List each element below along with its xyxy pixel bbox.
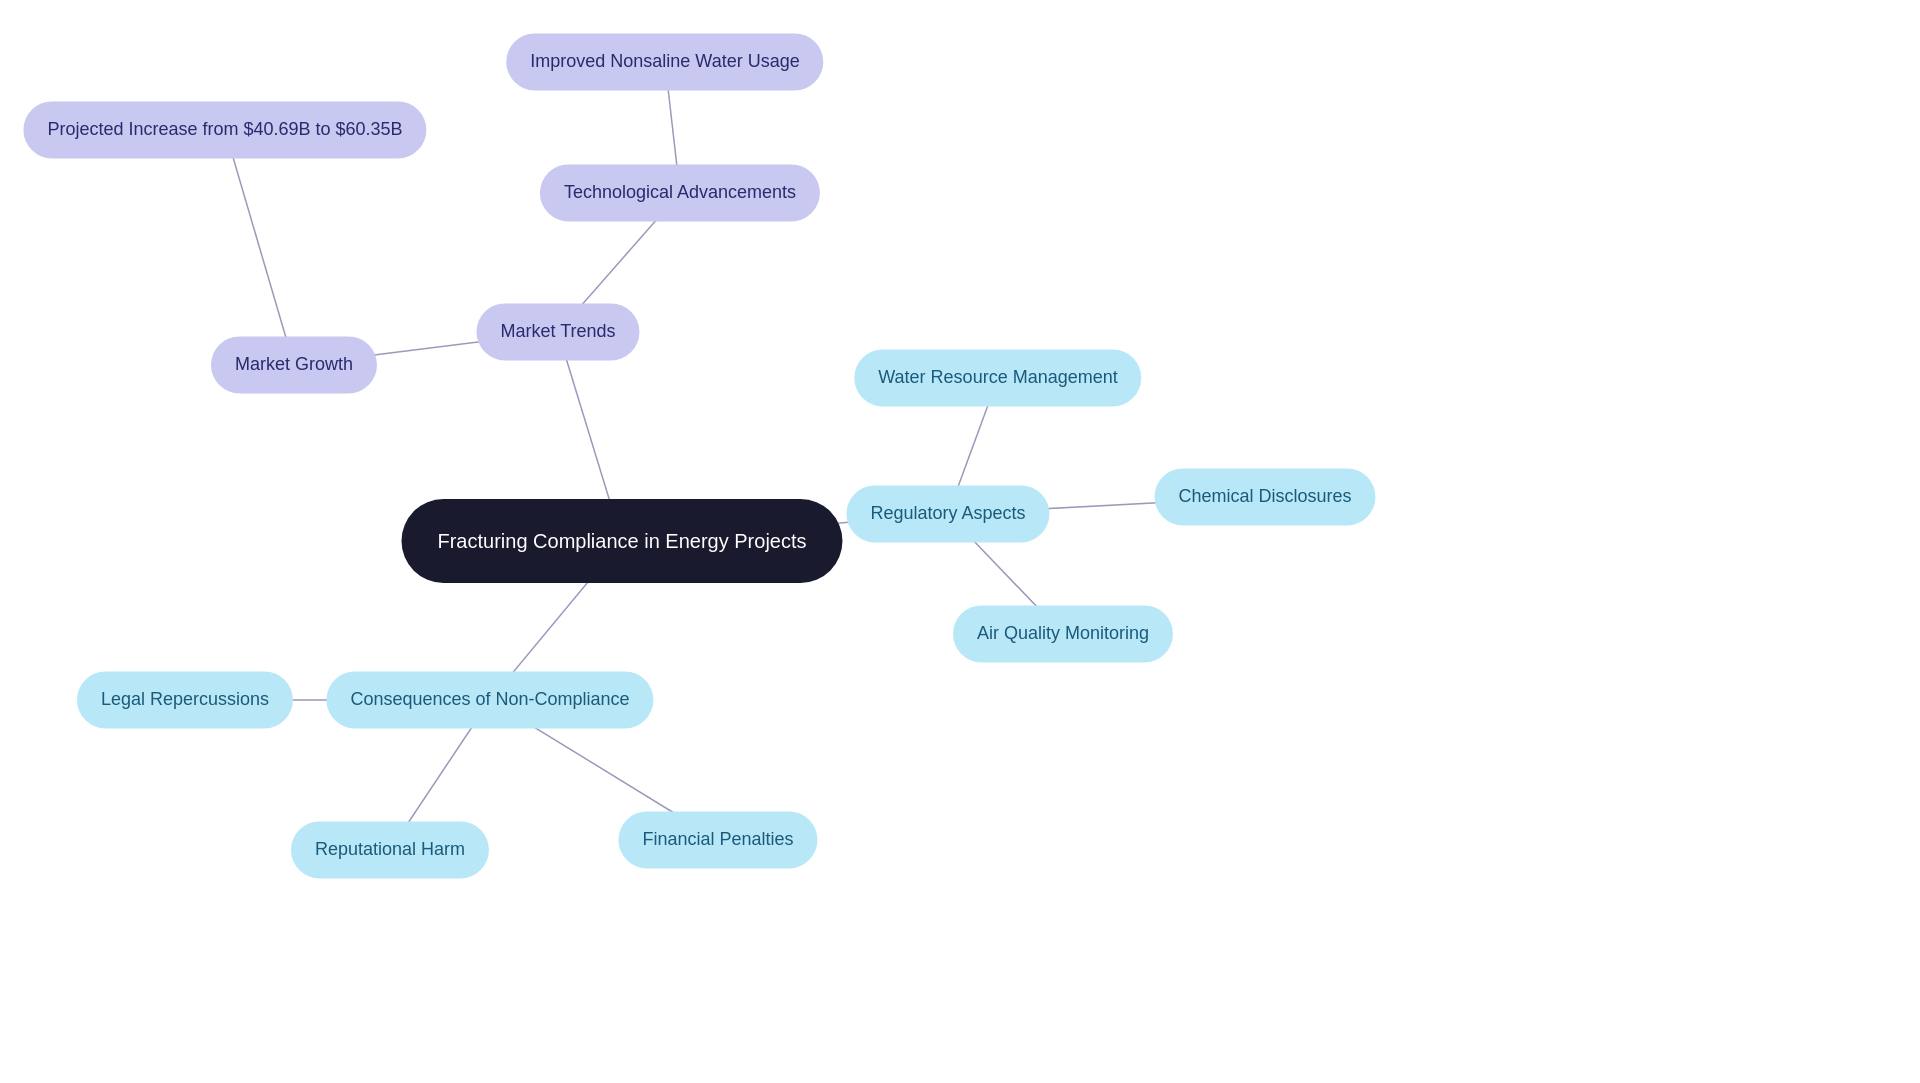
node-label-reputational_harm: Reputational Harm <box>315 837 465 862</box>
node-label-air_quality: Air Quality Monitoring <box>977 621 1149 646</box>
node-regulatory_aspects[interactable]: Regulatory Aspects <box>846 485 1049 542</box>
node-label-market_growth: Market Growth <box>235 352 353 377</box>
node-label-legal_repercussions: Legal Repercussions <box>101 687 269 712</box>
node-label-water_resource: Water Resource Management <box>878 365 1117 390</box>
node-label-center: Fracturing Compliance in Energy Projects <box>437 527 806 555</box>
node-label-consequences: Consequences of Non-Compliance <box>350 687 629 712</box>
node-label-regulatory_aspects: Regulatory Aspects <box>870 501 1025 526</box>
node-tech_advancements[interactable]: Technological Advancements <box>540 164 820 221</box>
node-label-projected_increase: Projected Increase from $40.69B to $60.3… <box>47 117 402 142</box>
node-financial_penalties[interactable]: Financial Penalties <box>618 811 817 868</box>
node-label-market_trends: Market Trends <box>500 319 615 344</box>
node-improved_nonsaline[interactable]: Improved Nonsaline Water Usage <box>506 33 823 90</box>
node-legal_repercussions[interactable]: Legal Repercussions <box>77 671 293 728</box>
node-reputational_harm[interactable]: Reputational Harm <box>291 821 489 878</box>
node-water_resource[interactable]: Water Resource Management <box>854 349 1141 406</box>
mind-map: Fracturing Compliance in Energy Projects… <box>0 0 1920 1083</box>
node-consequences[interactable]: Consequences of Non-Compliance <box>326 671 653 728</box>
node-chemical_disclosures[interactable]: Chemical Disclosures <box>1154 468 1375 525</box>
node-air_quality[interactable]: Air Quality Monitoring <box>953 605 1173 662</box>
node-label-tech_advancements: Technological Advancements <box>564 180 796 205</box>
node-label-improved_nonsaline: Improved Nonsaline Water Usage <box>530 49 799 74</box>
svg-line-4 <box>225 130 294 365</box>
node-projected_increase[interactable]: Projected Increase from $40.69B to $60.3… <box>23 101 426 158</box>
node-label-financial_penalties: Financial Penalties <box>642 827 793 852</box>
node-market_growth[interactable]: Market Growth <box>211 336 377 393</box>
node-center[interactable]: Fracturing Compliance in Energy Projects <box>401 499 842 583</box>
node-market_trends[interactable]: Market Trends <box>476 303 639 360</box>
node-label-chemical_disclosures: Chemical Disclosures <box>1178 484 1351 509</box>
